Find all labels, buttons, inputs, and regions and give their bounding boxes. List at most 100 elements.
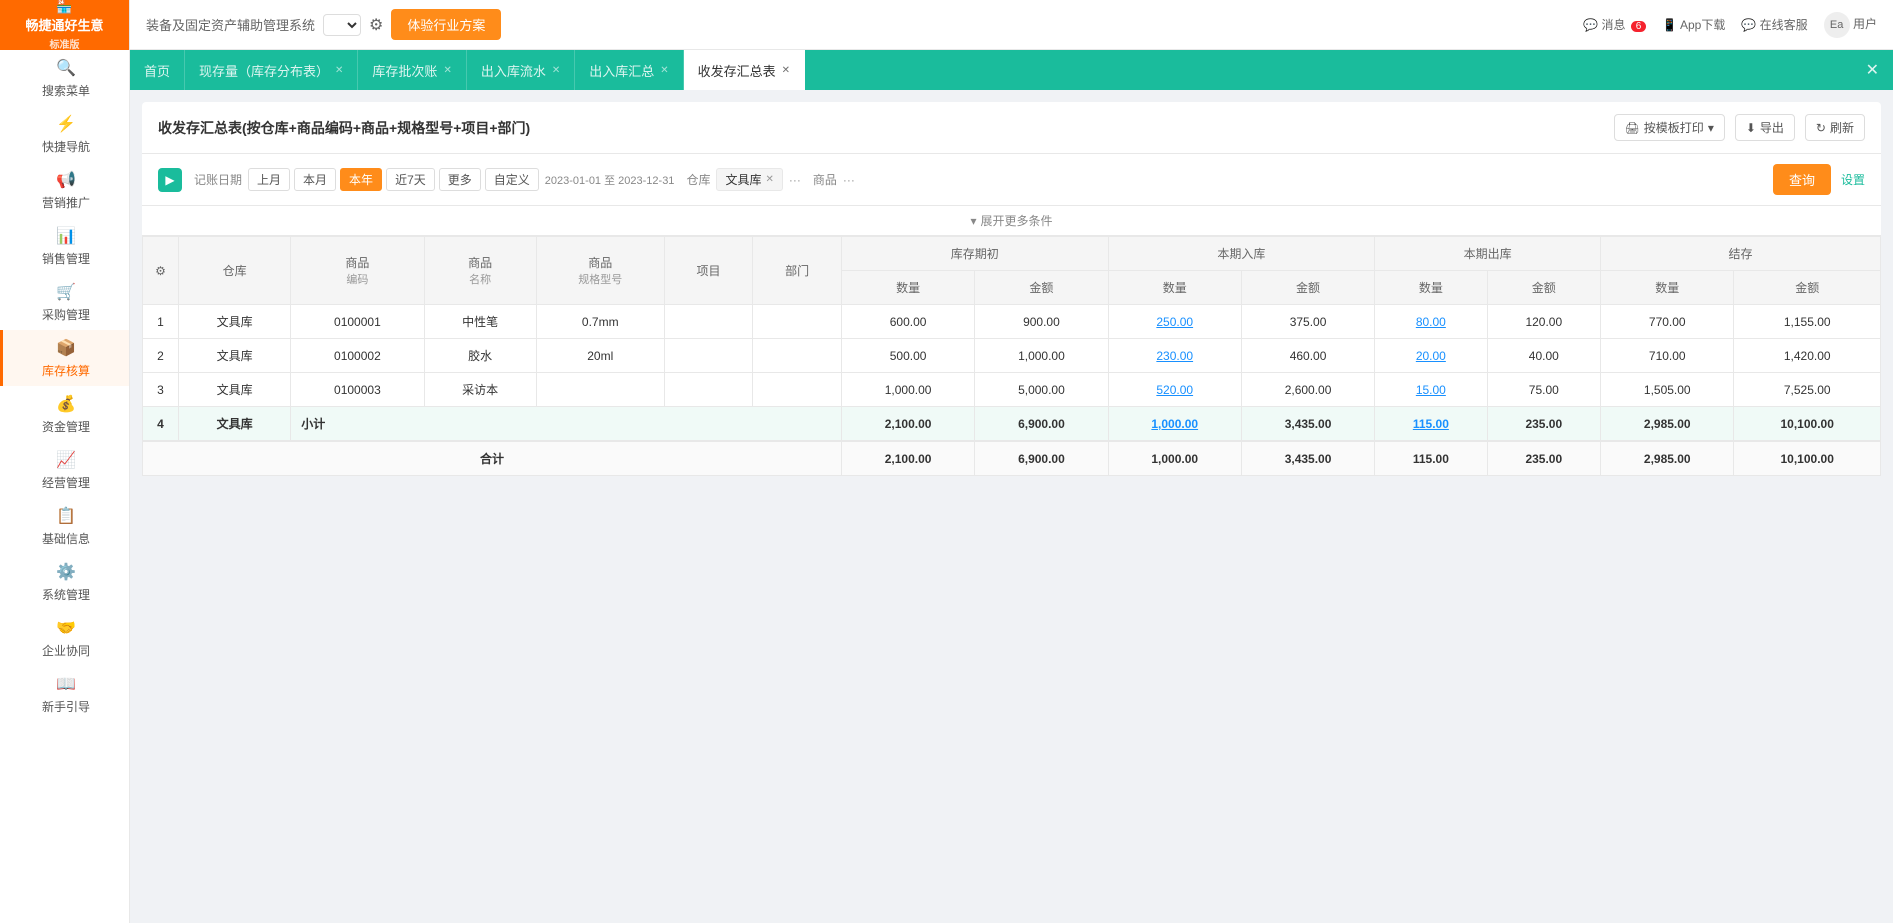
total-in-amt: 3,435.00	[1241, 441, 1374, 476]
user-item[interactable]: Ea 用户	[1824, 12, 1877, 38]
date-btn-7days[interactable]: 近7天	[386, 168, 435, 191]
sidebar-item-search[interactable]: 🔍 搜索菜单	[0, 50, 129, 106]
sidebar-item-sales[interactable]: 📊 销售管理	[0, 218, 129, 274]
goods-ellipsis[interactable]: ···	[843, 173, 855, 187]
date-btn-prev-month[interactable]: 上月	[248, 168, 290, 191]
row-goods-code: 0100002	[291, 339, 424, 373]
row-out-qty[interactable]: 15.00	[1375, 373, 1487, 407]
tab-label: 出入库汇总	[589, 61, 654, 80]
system-title: 装备及固定资产辅助管理系统	[146, 15, 315, 34]
sidebar-item-label: 基础信息	[42, 530, 90, 547]
warehouse-label: 仓库	[686, 171, 710, 188]
page-title-bar: 收发存汇总表(按仓库+商品编码+商品+规格型号+项目+部门) 🖨 按模板打印 ▾…	[142, 102, 1881, 154]
tab-close-icon[interactable]: ✕	[660, 65, 668, 76]
app-download-item[interactable]: 📱 App下载	[1662, 16, 1725, 33]
print-button[interactable]: 🖨 按模板打印 ▾	[1614, 114, 1725, 141]
export-button[interactable]: ⬇ 导出	[1735, 114, 1795, 141]
row-in-qty[interactable]: 230.00	[1108, 339, 1241, 373]
sidebar-item-system[interactable]: ⚙️ 系统管理	[0, 554, 129, 610]
row-in-qty[interactable]: 250.00	[1108, 305, 1241, 339]
expand-more-button[interactable]: ▾ 展开更多条件	[970, 212, 1052, 229]
row-goods-spec: 20ml	[536, 339, 664, 373]
goods-label: 商品	[813, 171, 837, 188]
col-out-qty-header: 数量	[1375, 271, 1487, 305]
tab-label: 首页	[144, 61, 170, 80]
row-in-amt: 2,600.00	[1241, 373, 1374, 407]
tab-inout-summary[interactable]: 出入库汇总 ✕	[575, 50, 683, 90]
tab-close-icon[interactable]: ✕	[443, 65, 451, 76]
sidebar-item-basicinfo[interactable]: 📋 基础信息	[0, 498, 129, 554]
col-opening-qty-header: 数量	[841, 271, 974, 305]
row-opening-amt: 5,000.00	[975, 373, 1108, 407]
sidebar-item-purchase[interactable]: 🛒 采购管理	[0, 274, 129, 330]
sidebar-item-marketing[interactable]: 📢 营销推广	[0, 162, 129, 218]
refresh-button[interactable]: ↻ 刷新	[1805, 114, 1865, 141]
settings-link[interactable]: 设置	[1841, 171, 1865, 188]
row-closing-amt: 1,420.00	[1734, 339, 1881, 373]
tab-close-icon[interactable]: ✕	[335, 65, 343, 76]
row-num: 3	[143, 373, 179, 407]
sidebar-item-quicknav[interactable]: ⚡ 快捷导航	[0, 106, 129, 162]
tab-inventory-dist[interactable]: 现存量（库存分布表） ✕	[185, 50, 358, 90]
inventory-icon: 📦	[56, 338, 76, 358]
tab-batch[interactable]: 库存批次账 ✕	[358, 50, 466, 90]
row-closing-qty: 710.00	[1601, 339, 1734, 373]
subtotal-opening-amt: 6,900.00	[975, 407, 1108, 442]
date-filter-section: 记账日期 上月 本月 本年 近7天 更多 自定义 2023-01-01 至 20…	[194, 168, 674, 191]
row-out-qty[interactable]: 20.00	[1375, 339, 1487, 373]
gear-icon[interactable]: ⚙	[369, 15, 383, 35]
warehouse-tag-close[interactable]: ✕	[765, 174, 773, 185]
row-num: 2	[143, 339, 179, 373]
trial-button[interactable]: 体验行业方案	[391, 9, 501, 40]
col-in-qty-header: 数量	[1108, 271, 1241, 305]
total-opening-qty: 2,100.00	[841, 441, 974, 476]
subtotal-in-amt: 3,435.00	[1241, 407, 1374, 442]
date-btn-this-year[interactable]: 本年	[340, 168, 382, 191]
sidebar-item-label: 库存核算	[42, 362, 90, 379]
tab-close-icon[interactable]: ✕	[552, 65, 560, 76]
row-closing-amt: 7,525.00	[1734, 373, 1881, 407]
sidebar-item-enterprise[interactable]: 🤝 企业协同	[0, 610, 129, 666]
logo-title: 畅捷通好生意	[25, 15, 103, 34]
app-logo: 🏪 畅捷通好生意 标准版	[0, 0, 129, 50]
date-btn-this-month[interactable]: 本月	[294, 168, 336, 191]
row-closing-qty: 770.00	[1601, 305, 1734, 339]
query-button[interactable]: 查询	[1773, 164, 1831, 195]
tab-recv-send-summary[interactable]: 收发存汇总表 ✕	[684, 50, 805, 90]
sidebar-item-label: 搜索菜单	[42, 82, 90, 99]
sidebar-item-label: 经营管理	[42, 474, 90, 491]
subtotal-in-qty[interactable]: 1,000.00	[1108, 407, 1241, 442]
row-goods-code: 0100003	[291, 373, 424, 407]
col-settings-header[interactable]: ⚙	[143, 237, 179, 305]
sidebar-item-inventory[interactable]: 📦 库存核算	[0, 330, 129, 386]
marketing-icon: 📢	[56, 170, 76, 190]
sidebar-item-guide[interactable]: 📖 新手引导	[0, 666, 129, 722]
subtotal-label: 小计	[291, 407, 842, 442]
filter-bar: ▶ 记账日期 上月 本月 本年 近7天 更多 自定义 2023-01-01 至 …	[142, 154, 1881, 206]
sidebar-item-finance[interactable]: 💰 资金管理	[0, 386, 129, 442]
message-item[interactable]: 💬 消息 6	[1583, 16, 1646, 33]
tab-close-icon[interactable]: ✕	[782, 65, 790, 76]
subtotal-num: 4	[143, 407, 179, 442]
tab-home[interactable]: 首页	[130, 50, 185, 90]
data-table: ⚙ 仓库 商品编码 商品名称 商品规格型号 项目 部门 库存期初 本期入库 本期…	[142, 236, 1881, 476]
online-service-label: 在线客服	[1760, 18, 1808, 32]
tab-inout-flow[interactable]: 出入库流水 ✕	[467, 50, 575, 90]
close-all-tabs[interactable]: ✕	[1852, 60, 1893, 80]
online-service-item[interactable]: 💬 在线客服	[1741, 16, 1807, 33]
row-warehouse: 文具库	[179, 339, 291, 373]
total-closing-qty: 2,985.00	[1601, 441, 1734, 476]
system-selector[interactable]	[323, 14, 361, 36]
subtotal-out-qty[interactable]: 115.00	[1375, 407, 1487, 442]
filter-toggle-icon[interactable]: ▶	[158, 168, 182, 192]
row-warehouse: 文具库	[179, 305, 291, 339]
warehouse-ellipsis[interactable]: ···	[789, 173, 801, 187]
row-out-qty[interactable]: 80.00	[1375, 305, 1487, 339]
row-in-qty[interactable]: 520.00	[1108, 373, 1241, 407]
topbar: 装备及固定资产辅助管理系统 ⚙ 体验行业方案 💬 消息 6 📱 App下载 💬 …	[130, 0, 1893, 50]
sidebar-item-management[interactable]: 📈 经营管理	[0, 442, 129, 498]
date-btn-custom[interactable]: 自定义	[485, 168, 539, 191]
expand-more-bar: ▾ 展开更多条件	[142, 206, 1881, 236]
col-goods-spec-header: 商品规格型号	[536, 237, 664, 305]
date-btn-more[interactable]: 更多	[439, 168, 481, 191]
